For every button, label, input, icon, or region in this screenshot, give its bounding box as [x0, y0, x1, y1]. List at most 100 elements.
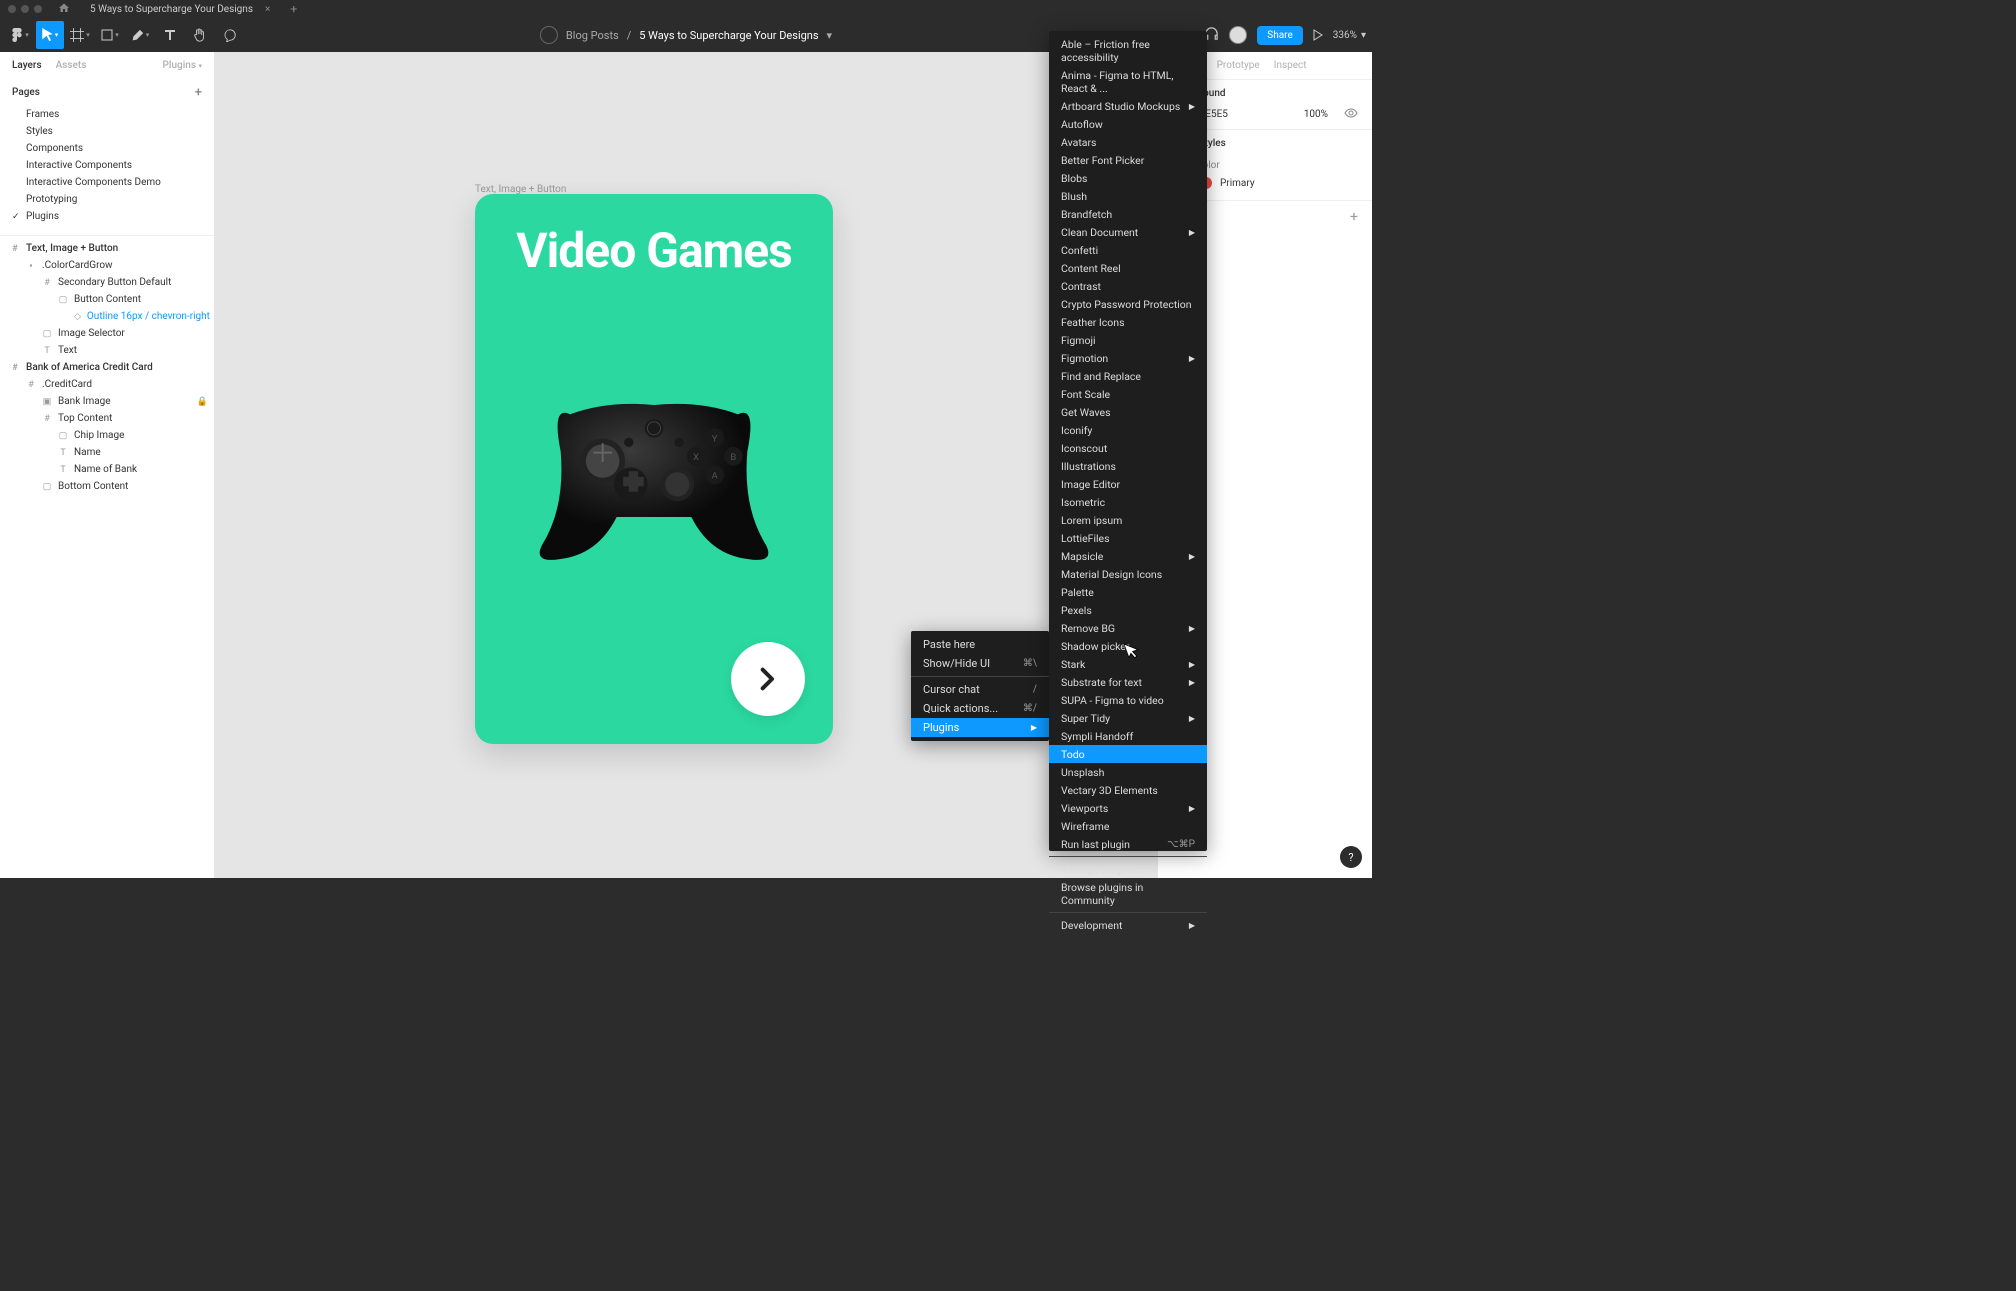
plugin-menu-item[interactable]: Brandfetch — [1049, 205, 1207, 223]
zoom-level[interactable]: 336%▾ — [1333, 30, 1366, 41]
context-menu-item[interactable]: Show/Hide UI⌘\ — [911, 654, 1049, 673]
maximize-dot[interactable] — [34, 5, 42, 13]
layer-row[interactable]: ◇Outline 16px / chevron-right — [0, 308, 214, 325]
pen-tool[interactable]: ▾ — [126, 21, 154, 49]
plugin-menu-item[interactable]: Autoflow — [1049, 115, 1207, 133]
page-item[interactable]: Plugins — [0, 208, 214, 225]
plugin-menu-item[interactable]: Manage plugins... — [1049, 860, 1207, 878]
context-menu-item[interactable]: Cursor chat/ — [911, 680, 1049, 699]
layer-row[interactable]: ▢Bottom Content — [0, 478, 214, 495]
page-item[interactable]: Prototyping — [0, 191, 214, 208]
add-export-icon[interactable]: + — [1350, 209, 1358, 225]
plugin-menu-item[interactable]: SUPA - Figma to video — [1049, 691, 1207, 709]
canvas[interactable]: Text, Image + Button Video Games Y B X A — [215, 52, 1157, 878]
frame-tool[interactable]: ▾ — [66, 21, 94, 49]
layer-row[interactable]: #.CreditCard — [0, 376, 214, 393]
plugin-menu-item[interactable]: Palette — [1049, 583, 1207, 601]
plugin-menu-item[interactable]: Anima - Figma to HTML, React & ... — [1049, 66, 1207, 97]
plugin-menu-item[interactable]: Super Tidy▶ — [1049, 709, 1207, 727]
plugin-menu-item[interactable]: Feather Icons — [1049, 313, 1207, 331]
layer-row[interactable]: ▢Button Content — [0, 291, 214, 308]
plugin-menu-item[interactable]: Contrast — [1049, 277, 1207, 295]
plugin-menu-item[interactable]: Lorem ipsum — [1049, 511, 1207, 529]
plugin-menu-item[interactable]: Confetti — [1049, 241, 1207, 259]
bg-opacity[interactable]: 100% — [1304, 109, 1328, 120]
plugin-menu-item[interactable]: Run last plugin⌥⌘P — [1049, 835, 1207, 853]
figma-menu-icon[interactable]: ▾ — [6, 21, 34, 49]
context-menu-item[interactable]: Quick actions...⌘/ — [911, 699, 1049, 718]
plugin-menu-item[interactable]: Isometric — [1049, 493, 1207, 511]
file-tab[interactable]: 5 Ways to Supercharge Your Designs — [90, 4, 253, 15]
plugin-menu-item[interactable]: Sympli Handoff — [1049, 727, 1207, 745]
layer-row[interactable]: ▢Chip Image — [0, 427, 214, 444]
plugin-menu-item[interactable]: Unsplash — [1049, 763, 1207, 781]
tab-assets[interactable]: Assets — [56, 60, 87, 71]
page-item[interactable]: Interactive Components — [0, 157, 214, 174]
context-menu-item[interactable]: Plugins▶ — [911, 718, 1049, 737]
team-avatar-icon[interactable] — [540, 26, 558, 44]
add-page-icon[interactable]: + — [195, 85, 202, 100]
layer-row[interactable]: ⬪.ColorCardGrow — [0, 257, 214, 274]
plugin-menu-item[interactable]: Avatars — [1049, 133, 1207, 151]
layer-row[interactable]: TName — [0, 444, 214, 461]
share-button[interactable]: Share — [1257, 26, 1302, 45]
help-button[interactable]: ? — [1340, 846, 1362, 868]
layer-row[interactable]: #Bank of America Credit Card — [0, 359, 214, 376]
plugin-menu-item[interactable]: Iconscout — [1049, 439, 1207, 457]
plugin-menu-item[interactable]: Clean Document▶ — [1049, 223, 1207, 241]
tab-layers[interactable]: Layers — [12, 60, 42, 71]
plugin-menu-item[interactable]: Image Editor — [1049, 475, 1207, 493]
plugin-menu-item[interactable]: LottieFiles — [1049, 529, 1207, 547]
plugin-menu-item[interactable]: Figmotion▶ — [1049, 349, 1207, 367]
plugin-menu-item[interactable]: Font Scale — [1049, 385, 1207, 403]
page-item[interactable]: Frames — [0, 106, 214, 123]
plugin-menu-item[interactable]: Find and Replace — [1049, 367, 1207, 385]
tab-inspect[interactable]: Inspect — [1274, 60, 1307, 71]
plugin-menu-item[interactable]: Iconify — [1049, 421, 1207, 439]
layer-row[interactable]: ▢Image Selector — [0, 325, 214, 342]
close-dot[interactable] — [8, 5, 16, 13]
plugin-menu-item[interactable]: Content Reel — [1049, 259, 1207, 277]
plugin-menu-item[interactable]: Material Design Icons — [1049, 565, 1207, 583]
layer-row[interactable]: #Secondary Button Default — [0, 274, 214, 291]
shape-tool[interactable]: ▾ — [96, 21, 124, 49]
visibility-icon[interactable] — [1344, 108, 1358, 121]
plugin-menu-item[interactable]: Browse plugins in Community — [1049, 878, 1207, 909]
text-tool[interactable] — [156, 21, 184, 49]
breadcrumb-project[interactable]: Blog Posts — [566, 29, 619, 42]
layer-row[interactable]: #Text, Image + Button — [0, 240, 214, 257]
next-button[interactable] — [731, 642, 805, 716]
chevron-down-icon[interactable]: ▾ — [827, 29, 833, 42]
plugin-menu-item[interactable]: Blush — [1049, 187, 1207, 205]
layer-row[interactable]: TName of Bank — [0, 461, 214, 478]
plugin-menu-item[interactable]: Development▶ — [1049, 916, 1207, 934]
page-item[interactable]: Styles — [0, 123, 214, 140]
plugin-menu-item[interactable]: Artboard Studio Mockups▶ — [1049, 97, 1207, 115]
layer-row[interactable]: TText — [0, 342, 214, 359]
plugin-menu-item[interactable]: Illustrations — [1049, 457, 1207, 475]
plugin-menu-item[interactable]: Substrate for text▶ — [1049, 673, 1207, 691]
plugin-menu-item[interactable]: Remove BG▶ — [1049, 619, 1207, 637]
layer-row[interactable]: ▣Bank Image🔒 — [0, 393, 214, 410]
minimize-dot[interactable] — [21, 5, 29, 13]
plugin-menu-item[interactable]: Figmoji — [1049, 331, 1207, 349]
page-item[interactable]: Components — [0, 140, 214, 157]
move-tool[interactable]: ▾ — [36, 21, 64, 49]
window-controls[interactable] — [8, 5, 42, 13]
home-icon[interactable] — [58, 2, 70, 17]
plugin-menu-item[interactable]: Vectary 3D Elements — [1049, 781, 1207, 799]
breadcrumb-file[interactable]: 5 Ways to Supercharge Your Designs — [639, 29, 818, 42]
hand-tool[interactable] — [186, 21, 214, 49]
tab-plugins-panel[interactable]: Plugins ▾ — [163, 60, 202, 71]
plugin-menu-item[interactable]: Viewports▶ — [1049, 799, 1207, 817]
plugin-menu-item[interactable]: Pexels — [1049, 601, 1207, 619]
add-tab-icon[interactable]: + — [290, 2, 297, 16]
plugin-menu-item[interactable]: Crypto Password Protection — [1049, 295, 1207, 313]
plugin-menu-item[interactable]: Mapsicle▶ — [1049, 547, 1207, 565]
plugin-menu-item[interactable]: Wireframe — [1049, 817, 1207, 835]
plugin-menu-item[interactable]: Todo — [1049, 745, 1207, 763]
user-avatar[interactable] — [1229, 26, 1247, 44]
present-icon[interactable] — [1313, 26, 1323, 45]
tab-prototype[interactable]: Prototype — [1217, 60, 1260, 71]
comment-tool[interactable] — [216, 21, 244, 49]
